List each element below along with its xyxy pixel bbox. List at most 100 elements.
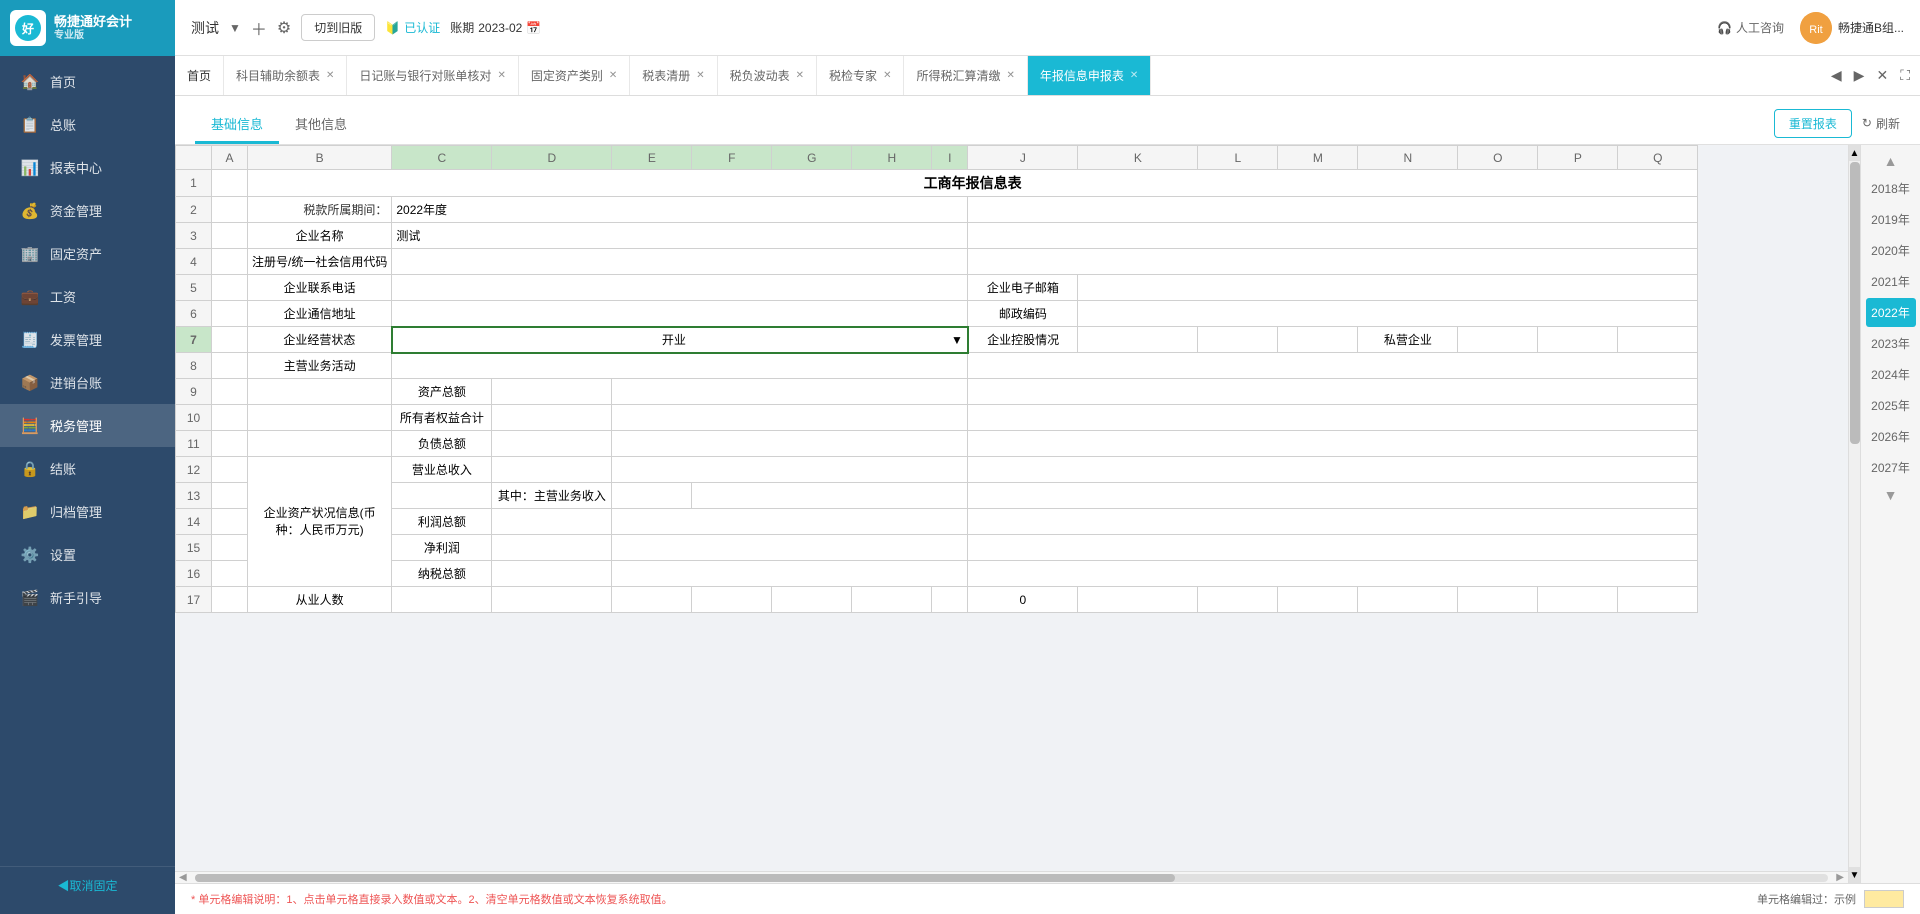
cell-6j[interactable]: 邮政编码: [968, 301, 1078, 327]
cell-9j[interactable]: [968, 379, 1698, 405]
sidebar-item-reports[interactable]: 📊报表中心: [0, 146, 175, 189]
cell-17d[interactable]: [492, 587, 612, 613]
cell-11c[interactable]: 负债总额: [392, 431, 492, 457]
year-item-2027[interactable]: 2027年: [1866, 453, 1916, 482]
vscroll[interactable]: ▲ ▼: [1848, 145, 1860, 883]
year-item-2022[interactable]: 2022年: [1866, 298, 1916, 327]
cell-13d[interactable]: 其中：主营业务收入: [492, 483, 612, 509]
topbar-switch-btn[interactable]: 切到旧版: [301, 14, 375, 41]
cell-8a[interactable]: [212, 353, 248, 379]
cell-17g[interactable]: [772, 587, 852, 613]
subtab-basic[interactable]: 基础信息: [195, 106, 279, 144]
cell-9a[interactable]: [212, 379, 248, 405]
sidebar-item-payroll[interactable]: 💼工资: [0, 275, 175, 318]
cell-17a[interactable]: [212, 587, 248, 613]
cell-17p[interactable]: [1538, 587, 1618, 613]
cell-17k[interactable]: [1078, 587, 1198, 613]
tab-home[interactable]: 首页: [175, 56, 224, 95]
cell-17c[interactable]: [392, 587, 492, 613]
col-header-i[interactable]: I: [932, 146, 968, 170]
cell-15e[interactable]: [612, 535, 968, 561]
cell-17q[interactable]: [1618, 587, 1698, 613]
cell-16c[interactable]: 纳税总额: [392, 561, 492, 587]
col-header-o[interactable]: O: [1458, 146, 1538, 170]
cell-10a[interactable]: [212, 405, 248, 431]
cell-9e[interactable]: [612, 379, 968, 405]
sidebar-item-invoice[interactable]: 🧾发票管理: [0, 318, 175, 361]
year-item-2025[interactable]: 2025年: [1866, 391, 1916, 420]
tab-tax-expert[interactable]: 税检专家 ✕: [817, 56, 904, 95]
year-item-2024[interactable]: 2024年: [1866, 360, 1916, 389]
sidebar-item-purchase[interactable]: 📦进销台账: [0, 361, 175, 404]
cell-11a[interactable]: [212, 431, 248, 457]
cell-13e[interactable]: [612, 483, 692, 509]
cell-8j[interactable]: [968, 353, 1698, 379]
cell-13j[interactable]: [968, 483, 1698, 509]
year-item-2018[interactable]: 2018年: [1866, 174, 1916, 203]
cell-16a[interactable]: [212, 561, 248, 587]
hscroll-thumb[interactable]: [195, 874, 1175, 882]
tab-tax-return[interactable]: 税表清册 ✕: [630, 56, 717, 95]
hscroll-track[interactable]: [195, 874, 1829, 882]
tab-next-btn[interactable]: ▶: [1850, 63, 1869, 88]
cell-5j[interactable]: 企业电子邮箱: [968, 275, 1078, 301]
cell-16j[interactable]: [968, 561, 1698, 587]
cell-2a[interactable]: [212, 197, 248, 223]
col-header-a[interactable]: A: [212, 146, 248, 170]
cell-8c[interactable]: [392, 353, 968, 379]
cell-15c[interactable]: 净利润: [392, 535, 492, 561]
cell-16d[interactable]: [492, 561, 612, 587]
tab-income-tax-close[interactable]: ✕: [1006, 70, 1014, 81]
cell-7q[interactable]: [1618, 327, 1698, 353]
sidebar-item-ledger[interactable]: 📋总账: [0, 103, 175, 146]
cell-12e[interactable]: [612, 457, 968, 483]
tab-tax-expert-close[interactable]: ✕: [883, 70, 891, 81]
hscroll-right-btn[interactable]: ▶: [1832, 872, 1848, 883]
topbar-user-btn[interactable]: Rit 畅捷通B组...: [1800, 12, 1904, 44]
tab-journal[interactable]: 日记账与银行对账单核对 ✕: [347, 56, 518, 95]
cell-15j[interactable]: [968, 535, 1698, 561]
spreadsheet-scroll[interactable]: A B C D E F G H I J: [175, 145, 1848, 871]
cell-14j[interactable]: [968, 509, 1698, 535]
cell-17i[interactable]: [932, 587, 968, 613]
vscroll-down-btn[interactable]: ▼: [1849, 867, 1860, 883]
sidebar-item-archive[interactable]: 📁归档管理: [0, 490, 175, 533]
cell-6k[interactable]: [1078, 301, 1698, 327]
cell-4c[interactable]: [392, 249, 968, 275]
cell-10j[interactable]: [968, 405, 1698, 431]
cell-2c[interactable]: 2022年度: [392, 197, 968, 223]
cell-15d[interactable]: [492, 535, 612, 561]
sidebar-item-finance[interactable]: 💰资金管理: [0, 189, 175, 232]
calendar-icon[interactable]: 📅: [526, 21, 541, 35]
cell-7p[interactable]: [1538, 327, 1618, 353]
topbar-settings-btn[interactable]: ⚙: [277, 18, 291, 38]
cell-11j[interactable]: [968, 431, 1698, 457]
sidebar-item-settings[interactable]: ⚙️设置: [0, 533, 175, 576]
cell-11e[interactable]: [612, 431, 968, 457]
topbar-add-btn[interactable]: ＋: [251, 16, 267, 40]
cell-13c[interactable]: [392, 483, 492, 509]
col-header-b[interactable]: B: [248, 146, 392, 170]
cell-17m[interactable]: [1278, 587, 1358, 613]
cell-17l[interactable]: [1198, 587, 1278, 613]
tab-prev-btn[interactable]: ◀: [1827, 63, 1846, 88]
cell-14e[interactable]: [612, 509, 968, 535]
sidebar-item-tax[interactable]: 🧮税务管理: [0, 404, 175, 447]
cell-17b[interactable]: 从业人数: [248, 587, 392, 613]
vscroll-thumb[interactable]: [1850, 162, 1860, 444]
cell-3j[interactable]: [968, 223, 1698, 249]
year-item-2019[interactable]: 2019年: [1866, 205, 1916, 234]
cell-17h[interactable]: [852, 587, 932, 613]
cell-12b-merge[interactable]: 企业资产状况信息(币种：人民币万元): [248, 457, 392, 587]
year-item-2020[interactable]: 2020年: [1866, 236, 1916, 265]
cell-4b[interactable]: 注册号/统一社会信用代码: [248, 249, 392, 275]
cell-13a[interactable]: [212, 483, 248, 509]
cell-7c-dropdown[interactable]: 开业 ▼: [392, 327, 968, 353]
cell-3a[interactable]: [212, 223, 248, 249]
col-header-d[interactable]: D: [492, 146, 612, 170]
cell-9b[interactable]: [248, 379, 392, 405]
cell-7m[interactable]: [1278, 327, 1358, 353]
cell-10d[interactable]: [492, 405, 612, 431]
cell-15a[interactable]: [212, 535, 248, 561]
tab-fixed-assets-type[interactable]: 固定资产类别 ✕: [519, 56, 630, 95]
